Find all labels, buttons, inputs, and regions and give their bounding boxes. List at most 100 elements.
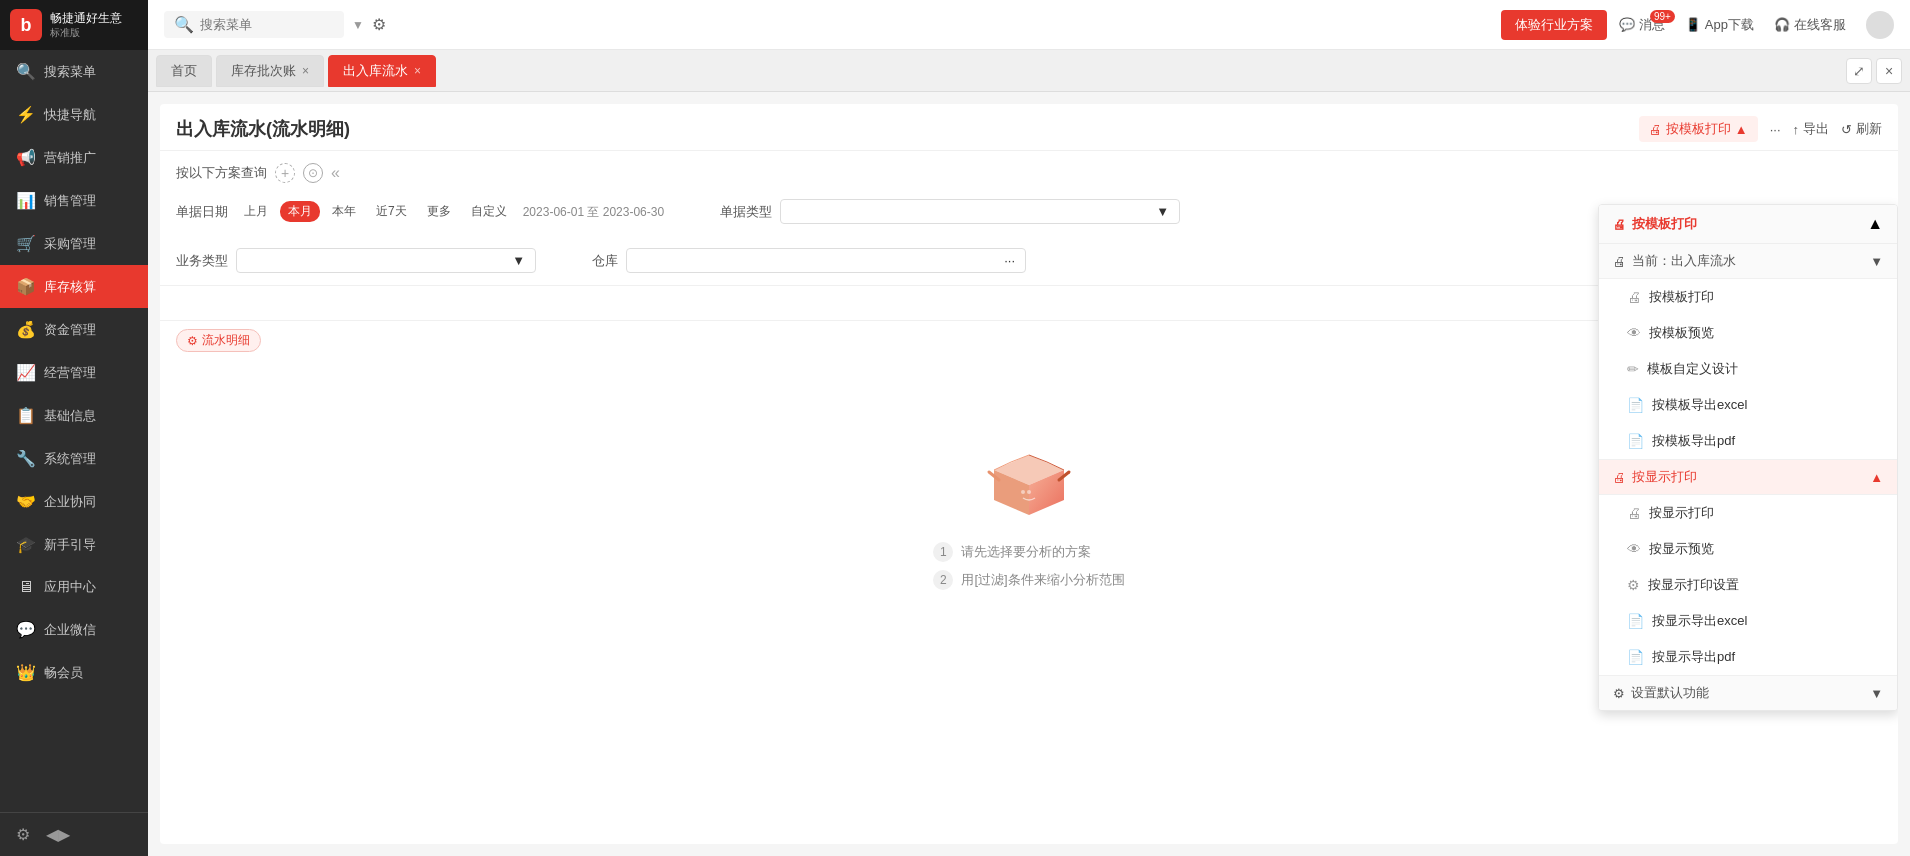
sidebar-item-search[interactable]: 🔍 搜索菜单 [0,50,148,93]
date-btn-last-month[interactable]: 上月 [236,201,276,222]
more-options-button[interactable]: ··· [1770,122,1781,137]
tab-close-icon[interactable]: × [302,64,309,78]
sidebar-item-operations[interactable]: 📈 经营管理 [0,351,148,394]
tab-flow[interactable]: 出入库流水 × [328,55,436,87]
header-left: 🔍 ▼ ⚙ [164,11,1489,38]
cart-icon: 🛒 [16,234,36,253]
sidebar-item-wechat[interactable]: 💬 企业微信 [0,608,148,651]
dropdown-item-display-print-settings[interactable]: ⚙ 按显示打印设置 [1599,567,1897,603]
trial-button[interactable]: 体验行业方案 [1501,10,1607,40]
message-badge: 99+ [1650,10,1675,23]
display-print-icon: 🖨 [1613,470,1626,485]
preview-icon: 👁 [1627,325,1641,341]
dropdown-item-template-custom[interactable]: ✏ 模板自定义设计 [1599,351,1897,387]
more-icon: ··· [1770,122,1781,137]
sidebar-item-sales[interactable]: 📊 销售管理 [0,179,148,222]
print-template-label: 按模板打印 [1666,120,1731,138]
sidebar-item-system[interactable]: 🔧 系统管理 [0,437,148,480]
sidebar-collapse-icon[interactable]: ◀▶ [46,825,70,844]
dropdown-item-template-export-pdf[interactable]: 📄 按模板导出pdf [1599,423,1897,459]
date-btn-this-month[interactable]: 本月 [280,201,320,222]
refresh-label: 刷新 [1856,120,1882,138]
sidebar-settings-icon[interactable]: ⚙ [16,825,30,844]
sidebar-item-cooperation[interactable]: 🤝 企业协同 [0,480,148,523]
sidebar-item-basics[interactable]: 📋 基础信息 [0,394,148,437]
sidebar-item-marketing[interactable]: 📢 营销推广 [0,136,148,179]
wrench-icon: 🔧 [16,449,36,468]
current-icon: 🖨 [1613,254,1626,269]
app-download-button[interactable]: 📱 App下载 [1685,16,1754,34]
dropdown-panel-header: 🖨 按模板打印 ▲ [1599,205,1897,244]
header-dropdown-chevron[interactable]: ▼ [352,18,364,32]
sidebar-item-purchase[interactable]: 🛒 采购管理 [0,222,148,265]
sidebar-item-guide[interactable]: 🎓 新手引导 [0,523,148,566]
sidebar-item-inventory[interactable]: 📦 库存核算 [0,265,148,308]
set-default-button[interactable]: ⚙ 设置默认功能 ▼ [1599,675,1897,710]
date-btn-this-year[interactable]: 本年 [324,201,364,222]
online-service-button[interactable]: 🎧 在线客服 [1774,16,1846,34]
header-gear-icon[interactable]: ⚙ [372,15,386,34]
filter-tag-detail[interactable]: ⚙ 流水明细 [176,329,261,352]
box-icon: 📦 [16,277,36,296]
dropdown-item-template-preview[interactable]: 👁 按模板预览 [1599,315,1897,351]
tab-label: 首页 [171,62,197,80]
crown-icon: 👑 [16,663,36,682]
dropdown-item-display-export-excel[interactable]: 📄 按显示导出excel [1599,603,1897,639]
date-btn-custom[interactable]: 自定义 [463,201,515,222]
type-dropdown[interactable]: ▼ [780,199,1180,224]
header-search-box[interactable]: 🔍 [164,11,344,38]
filter-label-text: 按以下方案查询 [176,164,267,182]
message-button[interactable]: 💬 消息 99+ [1619,16,1665,34]
dropdown-item-display-print[interactable]: 🖨 按显示打印 [1599,495,1897,531]
content-area: 出入库流水(流水明细) 🖨 按模板打印 ▲ ··· ↑ 导出 [148,92,1910,856]
sidebar-item-finance[interactable]: 💰 资金管理 [0,308,148,351]
sidebar-item-app-center[interactable]: 🖥 应用中心 [0,566,148,608]
step-2-number: 2 [933,570,953,590]
sidebar-item-member[interactable]: 👑 畅会员 [0,651,148,694]
dropdown-item-display-export-pdf[interactable]: 📄 按显示导出pdf [1599,639,1897,675]
date-filter-field: 单据日期 上月 本月 本年 近7天 更多 自定义 2023-06-01 至 20… [176,201,664,222]
tab-label: 出入库流水 [343,62,408,80]
sidebar-item-label: 资金管理 [44,321,96,339]
dropdown-item-display-preview[interactable]: 👁 按显示预览 [1599,531,1897,567]
tab-batch-account[interactable]: 库存批次账 × [216,55,324,87]
filter-label-row: 按以下方案查询 + ⊙ « [176,163,340,183]
graduate-icon: 🎓 [16,535,36,554]
display-print-section-header[interactable]: 🖨 按显示打印 ▲ [1599,460,1897,495]
tab-close-all-button[interactable]: × [1876,58,1902,84]
tab-home[interactable]: 首页 [156,55,212,87]
date-btn-last-7[interactable]: 近7天 [368,201,415,222]
export-button[interactable]: ↑ 导出 [1793,120,1830,138]
search-input[interactable] [200,17,330,32]
dropdown-item-template-export-excel[interactable]: 📄 按模板导出excel [1599,387,1897,423]
tab-close-icon[interactable]: × [414,64,421,78]
current-template-row[interactable]: 🖨 当前：出入库流水 ▼ [1599,244,1897,279]
dropdown-item-template-print[interactable]: 🖨 按模板打印 [1599,279,1897,315]
warehouse-input[interactable]: ··· [626,248,1026,273]
display-excel-icon: 📄 [1627,613,1644,629]
print-template-button[interactable]: 🖨 按模板打印 ▲ [1639,116,1758,142]
filter-collapse-button[interactable]: « [331,164,340,182]
filter-settings-button[interactable]: ⊙ [303,163,323,183]
tabs-bar-right: ⤢ × [1846,58,1902,84]
trend-icon: 📈 [16,363,36,382]
sidebar-item-quick-nav[interactable]: ⚡ 快捷导航 [0,93,148,136]
svg-point-3 [1027,490,1031,494]
handshake-icon: 🤝 [16,492,36,511]
user-avatar[interactable] [1866,11,1894,39]
sidebar-bottom: ⚙ ◀▶ [0,812,148,856]
refresh-button[interactable]: ↺ 刷新 [1841,120,1882,138]
current-label: 当前：出入库流水 [1632,252,1736,270]
dropdown-chevron-up[interactable]: ▲ [1867,215,1883,233]
message-icon: 💬 [1619,17,1635,32]
tab-expand-button[interactable]: ⤢ [1846,58,1872,84]
sidebar-item-label: 企业微信 [44,621,96,639]
date-btn-more[interactable]: 更多 [419,201,459,222]
settings-chevron: ▼ [1870,686,1883,701]
sidebar-item-label: 经营管理 [44,364,96,382]
megaphone-icon: 📢 [16,148,36,167]
filter-add-button[interactable]: + [275,163,295,183]
sidebar-item-label: 库存核算 [44,278,96,296]
biz-type-dropdown[interactable]: ▼ [236,248,536,273]
sidebar-item-label: 新手引导 [44,536,96,554]
